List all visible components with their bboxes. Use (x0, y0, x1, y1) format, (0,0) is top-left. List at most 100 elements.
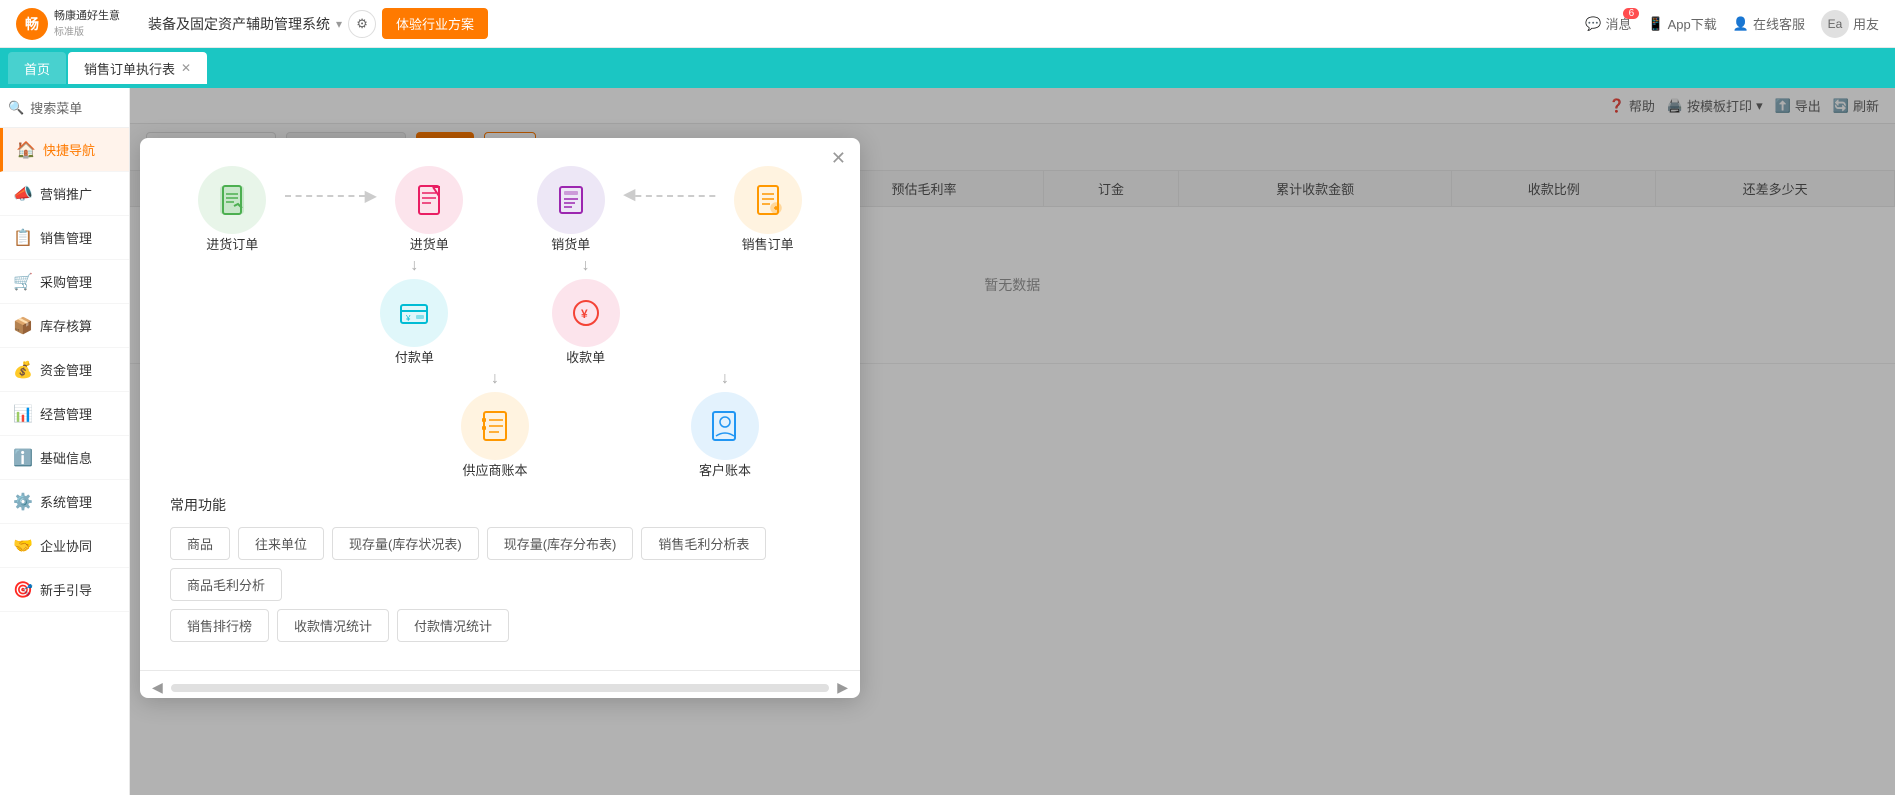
tab-home-label: 首页 (24, 59, 50, 78)
down-arrow-sales: ↓ (522, 257, 649, 275)
marketing-label: 营销推广 (40, 184, 92, 203)
sidebar-item-finance[interactable]: 💰 资金管理 (0, 348, 129, 392)
tab-sales-order[interactable]: 销售订单执行表 ✕ (68, 52, 207, 84)
flow-item-receipt[interactable]: ¥ 收款单 (522, 279, 649, 366)
user-menu[interactable]: Ea 用友 (1821, 10, 1879, 38)
sidebar-item-quicknav[interactable]: 🏠 快捷导航 (0, 128, 129, 172)
purchase-label: 进货单 (410, 234, 449, 253)
content-area: ❓ 帮助 🖨️ 按模板打印 ▾ ⬆️ 导出 🔄 刷新 (130, 88, 1895, 795)
payment-icon[interactable]: ¥ (380, 279, 448, 347)
flow-item-sales-order[interactable]: 销售订单 (715, 166, 820, 253)
sidebar-item-collab[interactable]: 🤝 企业协同 (0, 524, 129, 568)
sales-order-icon[interactable] (734, 166, 802, 234)
sidebar-item-sales[interactable]: 📋 销售管理 (0, 216, 129, 260)
search-icon: 🔍 (8, 100, 24, 116)
service-button[interactable]: 👤 在线客服 (1733, 14, 1805, 33)
supplier-ledger-icon[interactable] (461, 392, 529, 460)
sidebar-item-marketing[interactable]: 📣 营销推广 (0, 172, 129, 216)
logo-text: 畅康通好生意 (54, 9, 120, 23)
collab-icon: 🤝 (14, 537, 32, 555)
func-btn-payment-stats[interactable]: 付款情况统计 (397, 609, 509, 642)
purchase-order-label: 进货订单 (206, 234, 258, 253)
empty2-3 (580, 370, 640, 388)
sales-label: 销售管理 (40, 228, 92, 247)
func-btn-partner[interactable]: 往来单位 (238, 527, 324, 560)
down-arrows-row: ↓ ↓ (180, 253, 820, 279)
scroll-track[interactable] (171, 684, 829, 692)
system-name: 装备及固定资产辅助管理系统 (148, 14, 330, 34)
download-icon: 📱 (1647, 16, 1663, 32)
system-label: 系统管理 (40, 492, 92, 511)
inventory-label: 库存核算 (40, 316, 92, 335)
func-btn-stock-dist[interactable]: 现存量(库存分布表) (487, 527, 634, 560)
management-label: 经营管理 (40, 404, 92, 423)
sidebar-item-purchase[interactable]: 🛒 采购管理 (0, 260, 129, 304)
trial-button[interactable]: 体验行业方案 (382, 8, 488, 39)
app-download-button[interactable]: 📱 App下载 (1647, 14, 1716, 33)
logo-icon: 畅 (16, 8, 48, 40)
quicknav-label: 快捷导航 (43, 140, 95, 159)
tab-home[interactable]: 首页 (8, 52, 66, 84)
tab-sales-order-label: 销售订单执行表 (84, 59, 175, 78)
flow-row-3: 供应商账本 客户账本 (180, 392, 820, 479)
empty-down-3 (478, 257, 523, 275)
sidebar-item-guide[interactable]: 🎯 新手引导 (0, 568, 129, 612)
flow-item-purchase-order[interactable]: 进货订单 (180, 166, 285, 253)
func-btn-sales-profit[interactable]: 销售毛利分析表 (641, 527, 766, 560)
flow-item-purchase[interactable]: 进货单 (377, 166, 482, 253)
service-icon: 👤 (1733, 16, 1749, 32)
flow-item-sales[interactable]: 销货单 (518, 166, 623, 253)
customer-ledger-icon[interactable] (691, 392, 759, 460)
sidebar-item-inventory[interactable]: 📦 库存核算 (0, 304, 129, 348)
purchase-icon[interactable] (395, 166, 463, 234)
receipt-icon[interactable]: ¥ (552, 279, 620, 347)
down-arrow-purchase: ↓ (351, 257, 478, 275)
flow-row-2: ¥ 付款单 ¥ 收款单 (180, 279, 820, 366)
func-btn-receipt-stats[interactable]: 收款情况统计 (277, 609, 389, 642)
guide-icon: 🎯 (14, 581, 32, 599)
tab-bar: 首页 销售订单执行表 ✕ (0, 48, 1895, 88)
purchase-order-icon[interactable] (198, 166, 266, 234)
app-download-label: App下载 (1668, 14, 1717, 33)
purchase-label: 采购管理 (40, 272, 92, 291)
payment-label: 付款单 (395, 347, 434, 366)
avatar: Ea (1821, 10, 1849, 38)
func-btn-goods[interactable]: 商品 (170, 527, 230, 560)
sidebar-item-system[interactable]: ⚙️ 系统管理 (0, 480, 129, 524)
supplier-ledger-label: 供应商账本 (462, 460, 527, 479)
marketing-icon: 📣 (14, 185, 32, 203)
common-functions: 常用功能 商品 往来单位 现存量(库存状况表) 现存量(库存分布表) 销售毛利分… (140, 479, 860, 670)
system-dropdown-icon[interactable]: ▾ (336, 17, 342, 31)
flow-item-payment[interactable]: ¥ 付款单 (351, 279, 478, 366)
inventory-icon: 📦 (14, 317, 32, 335)
main-area: 🔍 搜索菜单 🏠 快捷导航 📣 营销推广 📋 销售管理 🛒 采购管理 📦 (0, 88, 1895, 795)
tab-close-icon[interactable]: ✕ (181, 61, 191, 75)
func-btn-goods-profit[interactable]: 商品毛利分析 (170, 568, 282, 601)
func-btn-sales-rank[interactable]: 销售排行榜 (170, 609, 269, 642)
user-label: 用友 (1853, 14, 1879, 33)
quicknav-icon: 🏠 (17, 141, 35, 159)
settings-icon[interactable]: ⚙ (348, 10, 376, 38)
scroll-left-btn[interactable]: ◀ (152, 679, 163, 696)
empty-down-4 (649, 257, 694, 275)
modal-overlay[interactable]: ✕ 进货订单 (130, 88, 1895, 795)
sidebar-item-basic[interactable]: ℹ️ 基础信息 (0, 436, 129, 480)
top-right-area: 💬 消息 6 📱 App下载 👤 在线客服 Ea 用友 (1585, 10, 1879, 38)
management-icon: 📊 (14, 405, 32, 423)
modal-close-icon[interactable]: ✕ (831, 148, 846, 169)
basic-icon: ℹ️ (14, 449, 32, 467)
flow-item-supplier-ledger[interactable]: 供应商账本 (410, 392, 580, 479)
flow-item-customer-ledger[interactable]: 客户账本 (640, 392, 810, 479)
search-menu[interactable]: 🔍 搜索菜单 (0, 88, 129, 128)
function-buttons-row2: 销售排行榜 收款情况统计 付款情况统计 (170, 609, 830, 642)
sidebar-item-management[interactable]: 📊 经营管理 (0, 392, 129, 436)
message-button[interactable]: 💬 消息 6 (1585, 14, 1631, 33)
quick-guide-modal: ✕ 进货订单 (140, 138, 860, 698)
scroll-right-btn[interactable]: ▶ (837, 679, 848, 696)
system-title: 装备及固定资产辅助管理系统 ▾ ⚙ 体验行业方案 (148, 8, 1573, 39)
arrow-purchase-order-to-purchase: ▶ (285, 186, 377, 206)
empty-down-1 (180, 257, 307, 275)
sales-icon-circle[interactable] (537, 166, 605, 234)
collab-label: 企业协同 (40, 536, 92, 555)
func-btn-stock-status[interactable]: 现存量(库存状况表) (332, 527, 479, 560)
